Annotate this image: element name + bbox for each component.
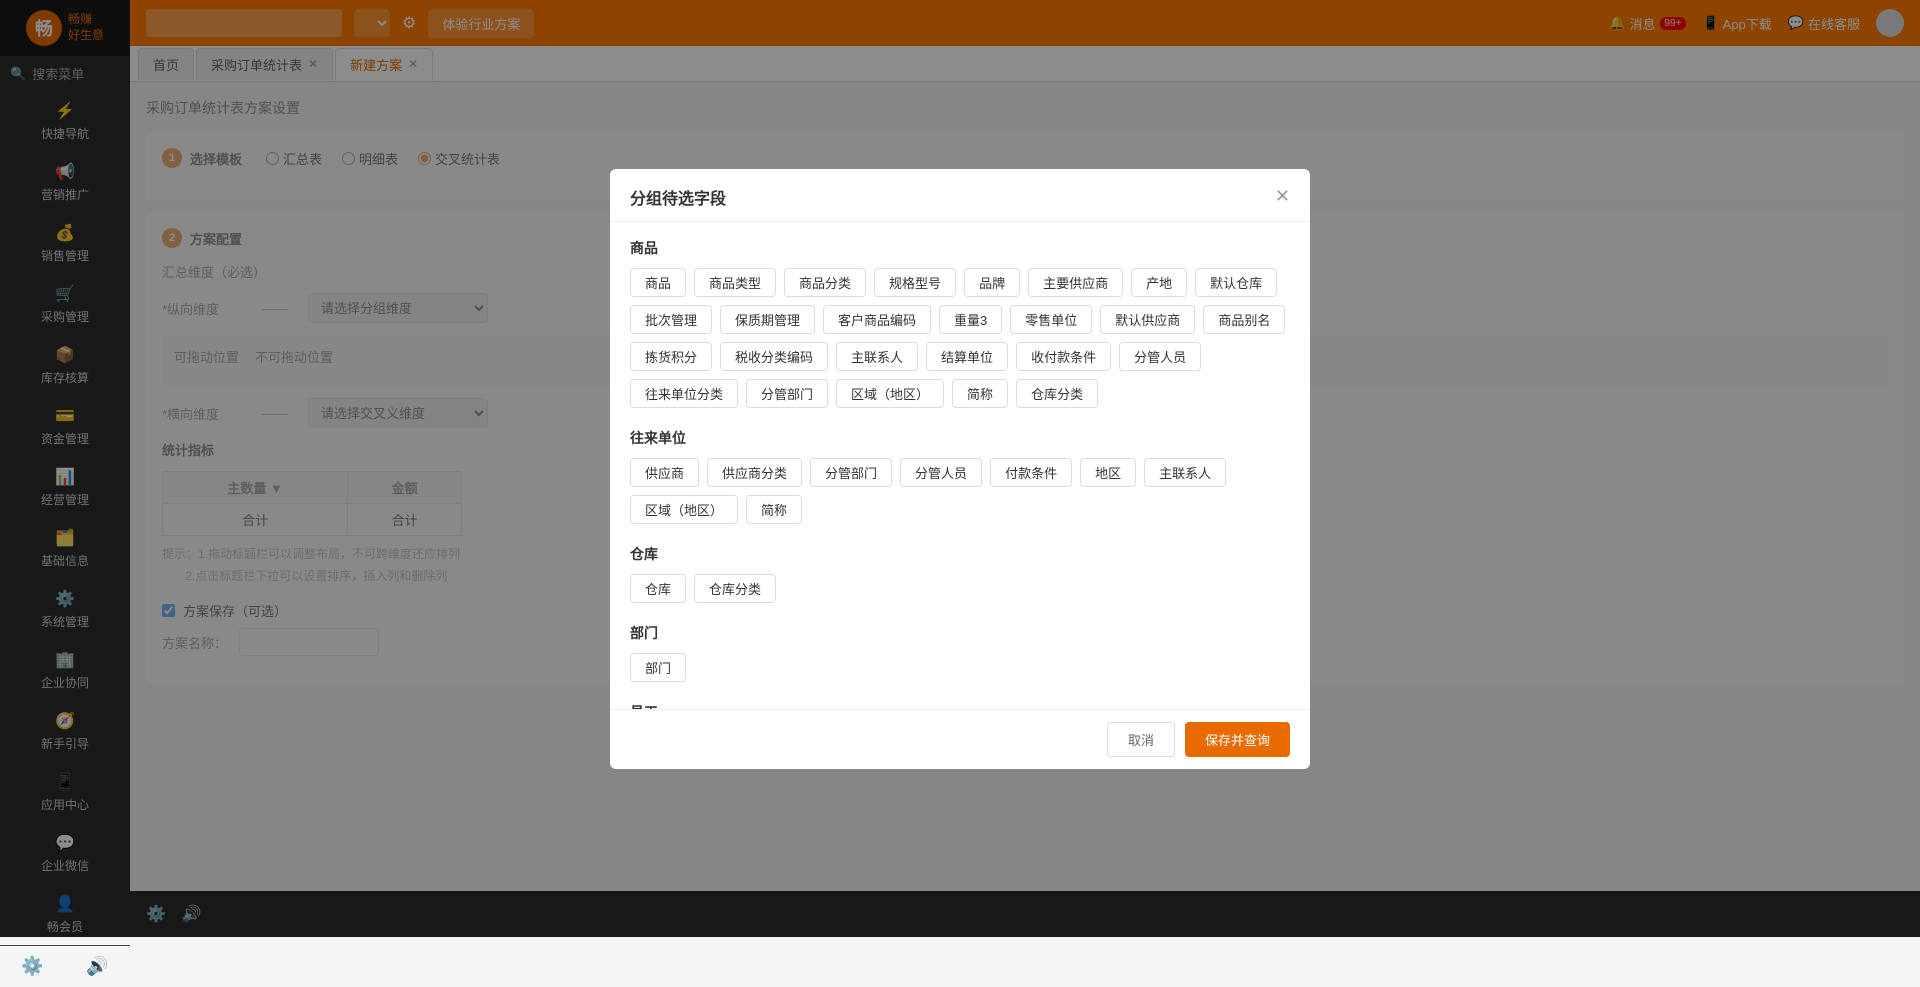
field-dept-field[interactable]: 部门 [630, 653, 686, 682]
field-retail-unit[interactable]: 零售单位 [1010, 305, 1092, 334]
field-batch-mgmt[interactable]: 批次管理 [630, 305, 712, 334]
field-tax-code[interactable]: 税收分类编码 [720, 342, 828, 371]
field-wh-cat[interactable]: 仓库分类 [694, 574, 776, 603]
section-employee: 员工 业务员 [630, 702, 1290, 709]
field-settlement-unit[interactable]: 结算单位 [926, 342, 1008, 371]
section-department: 部门 部门 [630, 623, 1290, 682]
field-customer-code[interactable]: 客户商品编码 [823, 305, 931, 334]
section-warehouse-grid: 仓库 仓库分类 [630, 574, 1290, 603]
modal-close-button[interactable]: ✕ [1275, 186, 1290, 207]
field-region-area[interactable]: 区域（地区） [836, 379, 944, 408]
section-partner: 往来单位 供应商 供应商分类 分管部门 分管人员 付款条件 地区 主联系人 区域… [630, 428, 1290, 524]
field-short2[interactable]: 简称 [746, 495, 802, 524]
settings-bottom-icon[interactable]: ⚙️ [21, 956, 43, 977]
section-product: 商品 商品 商品类型 商品分类 规格型号 品牌 主要供应商 产地 默认仓库 批次… [630, 238, 1290, 408]
modal-header: 分组待选字段 ✕ [610, 169, 1310, 222]
modal-overlay: 分组待选字段 ✕ 商品 商品 商品类型 商品分类 规格型号 品牌 主要供应商 产… [0, 0, 1920, 937]
field-from-unit-category[interactable]: 往来单位分类 [630, 379, 738, 408]
modal-body[interactable]: 商品 商品 商品类型 商品分类 规格型号 品牌 主要供应商 产地 默认仓库 批次… [610, 222, 1310, 709]
section-employee-title: 员工 [630, 702, 1290, 709]
section-department-title: 部门 [630, 623, 1290, 643]
field-region2[interactable]: 区域（地区） [630, 495, 738, 524]
field-supplier[interactable]: 供应商 [630, 458, 699, 487]
field-dept[interactable]: 分管部门 [810, 458, 892, 487]
section-partner-title: 往来单位 [630, 428, 1290, 448]
modal-save-button[interactable]: 保存并查询 [1185, 722, 1290, 757]
modal-cancel-button[interactable]: 取消 [1107, 722, 1175, 757]
field-manager[interactable]: 分管人员 [1119, 342, 1201, 371]
field-short-name[interactable]: 简称 [952, 379, 1008, 408]
field-product-type[interactable]: 商品类型 [694, 268, 776, 297]
section-product-grid: 商品 商品类型 商品分类 规格型号 品牌 主要供应商 产地 默认仓库 批次管理 … [630, 268, 1290, 408]
field-primary-contact[interactable]: 主联系人 [836, 342, 918, 371]
field-origin[interactable]: 产地 [1131, 268, 1187, 297]
field-brand[interactable]: 品牌 [964, 268, 1020, 297]
field-payment-terms[interactable]: 收付款条件 [1016, 342, 1111, 371]
field-wh[interactable]: 仓库 [630, 574, 686, 603]
field-default-supplier[interactable]: 默认供应商 [1100, 305, 1195, 334]
section-warehouse: 仓库 仓库 仓库分类 [630, 544, 1290, 603]
section-product-title: 商品 [630, 238, 1290, 258]
field-pick-score[interactable]: 拣货积分 [630, 342, 712, 371]
section-warehouse-title: 仓库 [630, 544, 1290, 564]
field-quality-mgmt[interactable]: 保质期管理 [720, 305, 815, 334]
field-alias[interactable]: 商品别名 [1203, 305, 1285, 334]
field-mgmt-dept[interactable]: 分管部门 [746, 379, 828, 408]
field-product[interactable]: 商品 [630, 268, 686, 297]
field-spec-type[interactable]: 规格型号 [874, 268, 956, 297]
field-contact[interactable]: 主联系人 [1144, 458, 1226, 487]
section-department-grid: 部门 [630, 653, 1290, 682]
field-payment-cond[interactable]: 付款条件 [990, 458, 1072, 487]
field-weight3[interactable]: 重量3 [939, 305, 1002, 334]
modal-footer: 取消 保存并查询 [610, 709, 1310, 769]
field-supplier-category[interactable]: 供应商分类 [707, 458, 802, 487]
audio-bottom-icon[interactable]: 🔊 [86, 956, 108, 977]
section-partner-grid: 供应商 供应商分类 分管部门 分管人员 付款条件 地区 主联系人 区域（地区） … [630, 458, 1290, 524]
field-product-category[interactable]: 商品分类 [784, 268, 866, 297]
sidebar-bottom: ⚙️ 🔊 [0, 945, 130, 987]
field-dept-person[interactable]: 分管人员 [900, 458, 982, 487]
modal-title: 分组待选字段 [630, 185, 726, 209]
field-default-warehouse[interactable]: 默认仓库 [1195, 268, 1277, 297]
field-select-modal: 分组待选字段 ✕ 商品 商品 商品类型 商品分类 规格型号 品牌 主要供应商 产… [610, 169, 1310, 769]
field-area[interactable]: 地区 [1080, 458, 1136, 487]
field-main-supplier[interactable]: 主要供应商 [1028, 268, 1123, 297]
field-warehouse-category[interactable]: 仓库分类 [1016, 379, 1098, 408]
